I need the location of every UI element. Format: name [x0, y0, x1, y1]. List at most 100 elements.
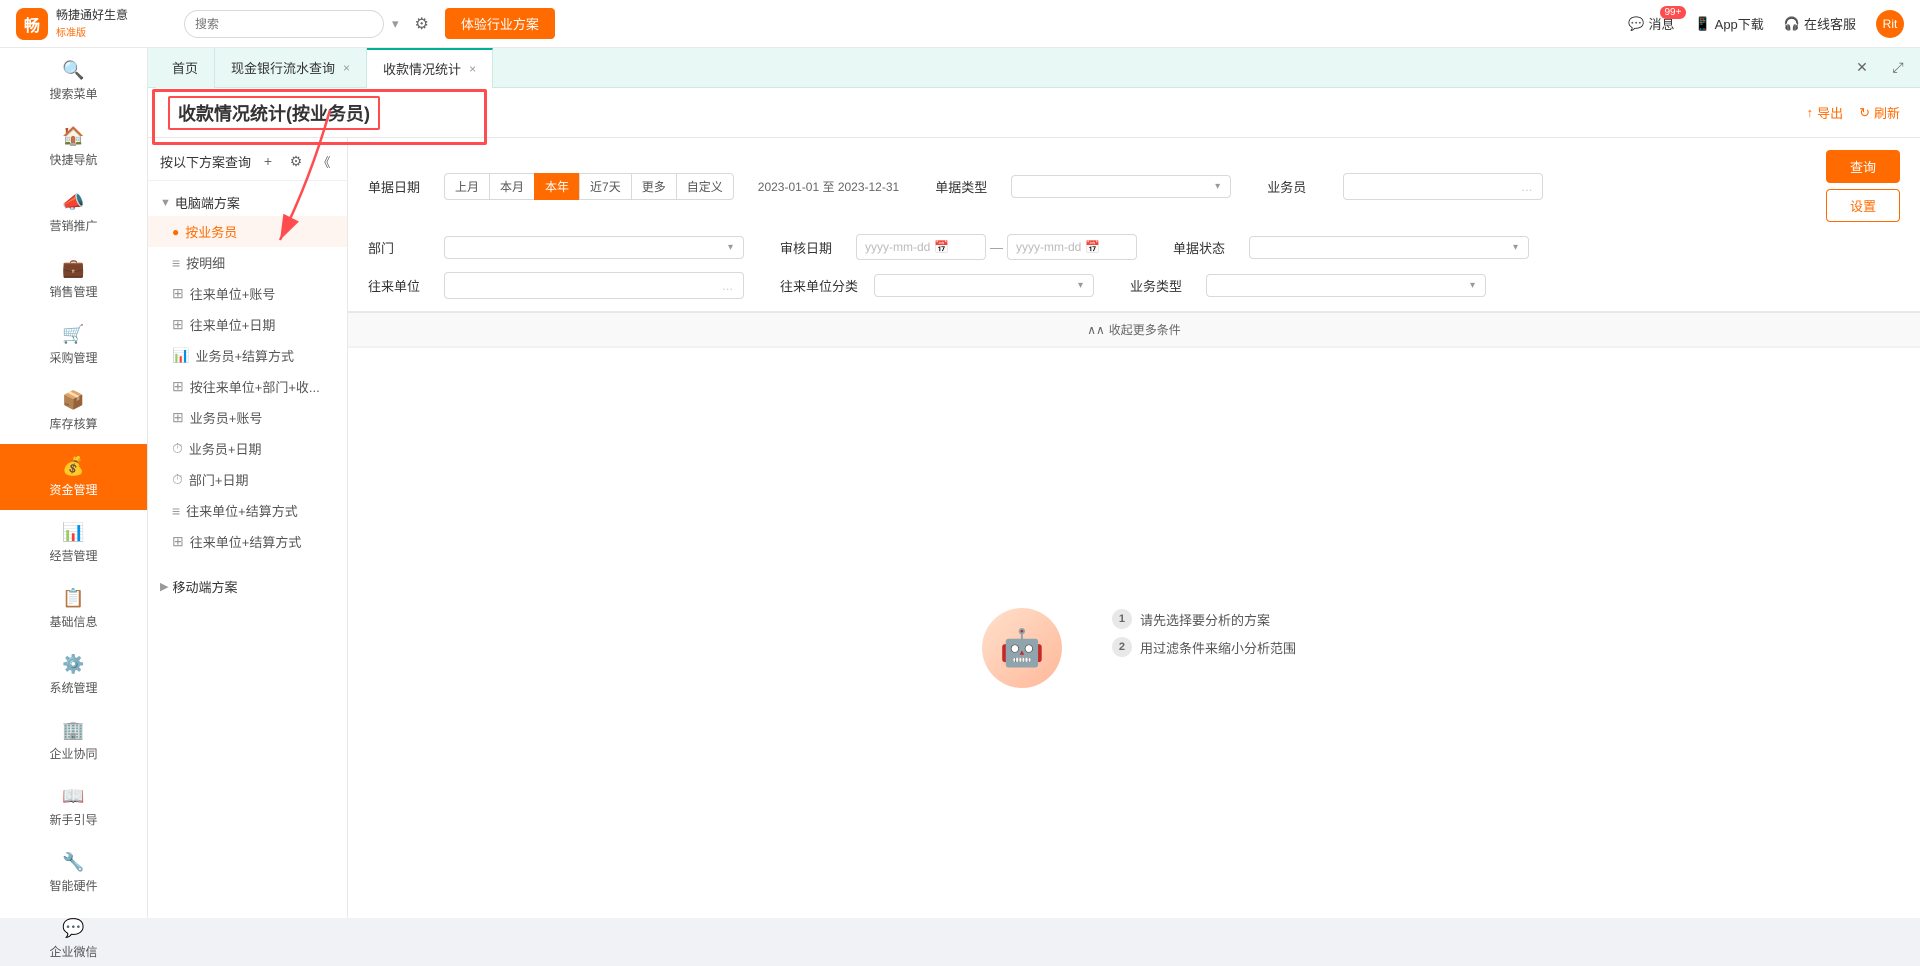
- messages-badge: 99+: [1660, 6, 1687, 19]
- sidebar-item-marketing[interactable]: 📣 营销推广: [0, 180, 147, 246]
- tab-receipts-stats[interactable]: 收款情况统计 ×: [367, 48, 493, 88]
- sidebar-label-basic: 基础信息: [49, 613, 97, 630]
- global-search-input[interactable]: [184, 10, 384, 38]
- sidebar-item-sales[interactable]: 💼 销售管理: [0, 246, 147, 312]
- sidebar-item-operation[interactable]: 📊 经营管理: [0, 510, 147, 576]
- sidebar-label-sales: 销售管理: [49, 283, 97, 300]
- filter-row-1: 单据日期 上月 本月 本年 近7天 更多 自定义 2023-01-01 至 20…: [368, 150, 1900, 222]
- refresh-button[interactable]: ↻ 刷新: [1859, 103, 1900, 122]
- calendar-to-icon[interactable]: 📅: [1085, 240, 1100, 254]
- search-menu-icon: 🔍: [62, 60, 84, 81]
- online-service-item[interactable]: 🎧 在线客服: [1784, 14, 1856, 33]
- voucher-status-select[interactable]: ▾: [1249, 236, 1529, 259]
- tab-expand-btn[interactable]: ⤢: [1884, 54, 1912, 82]
- step-1-num: 1: [1112, 609, 1132, 629]
- header-settings-icon[interactable]: ⚙: [415, 14, 429, 34]
- receipts-stats-tab-close[interactable]: ×: [469, 62, 476, 76]
- empty-step-2: 2 用过滤条件来缩小分析范围: [1112, 637, 1296, 657]
- page-title: 收款情况统计(按业务员): [168, 96, 380, 130]
- filter-row-2: 部门 ▾ 审核日期 yyyy-mm-dd 📅 — yyyy-mm-dd: [368, 234, 1900, 260]
- tab-bar-actions: ✕ ⤢: [1848, 54, 1912, 82]
- scheme-item-partner-account[interactable]: ⊞ 往来单位+账号: [148, 278, 347, 309]
- date-tab-this-year[interactable]: 本年: [534, 173, 579, 200]
- sidebar-item-system[interactable]: ⚙️ 系统管理: [0, 642, 147, 708]
- sidebar-label-finance: 资金管理: [49, 481, 97, 498]
- voucher-status-arrow: ▾: [1513, 242, 1518, 253]
- voucher-type-select[interactable]: ▾: [1011, 175, 1231, 198]
- trial-button[interactable]: 体验行业方案: [445, 8, 555, 39]
- collapse-label: 收起更多条件: [1109, 321, 1181, 338]
- sidebar-item-hardware[interactable]: 🔧 智能硬件: [0, 840, 147, 906]
- filter-form: 单据日期 上月 本月 本年 近7天 更多 自定义 2023-01-01 至 20…: [348, 138, 1920, 312]
- dept-select[interactable]: ▾: [444, 236, 744, 259]
- scheme-item-partner-dept[interactable]: ⊞ 按往来单位+部门+收...: [148, 371, 347, 402]
- mobile-group-header[interactable]: ▶ 移动端方案: [148, 573, 347, 600]
- date-tab-more[interactable]: 更多: [631, 173, 676, 200]
- tab-bank-flow[interactable]: 现金银行流水查询 ×: [215, 48, 367, 88]
- sidebar-item-purchase[interactable]: 🛒 采购管理: [0, 312, 147, 378]
- calendar-from-icon[interactable]: 📅: [934, 240, 949, 254]
- date-tab-this-month[interactable]: 本月: [489, 173, 534, 200]
- settings-button[interactable]: 设置: [1826, 189, 1900, 222]
- date-tab-group: 上月 本月 本年 近7天 更多 自定义: [444, 173, 734, 200]
- partner-select[interactable]: ...: [444, 272, 744, 299]
- messages-item[interactable]: 💬 消息 99+: [1628, 14, 1674, 33]
- export-label: 导出: [1817, 103, 1843, 122]
- pc-group-header[interactable]: ▼ 电脑端方案: [148, 189, 347, 216]
- query-button[interactable]: 查询: [1826, 150, 1900, 183]
- sidebar-item-inventory[interactable]: 📦 库存核算: [0, 378, 147, 444]
- search-dropdown-icon[interactable]: ▾: [392, 16, 399, 32]
- scheme-item-salesperson-date[interactable]: ⏱ 业务员+日期: [148, 433, 347, 464]
- scheme-add-btn[interactable]: +: [257, 150, 279, 172]
- export-button[interactable]: ↑ 导出: [1807, 103, 1844, 122]
- date-tab-custom[interactable]: 自定义: [676, 173, 734, 200]
- sidebar-item-enterprise[interactable]: 🏢 企业协同: [0, 708, 147, 774]
- salesperson-select[interactable]: ...: [1343, 173, 1543, 200]
- partner-date-icon: ⊞: [172, 316, 184, 333]
- scheme-item-partner-settlement2[interactable]: ⊞ 往来单位+结算方式: [148, 526, 347, 557]
- scheme-item-label-partner-account: 往来单位+账号: [190, 284, 276, 303]
- scheme-item-dept-date[interactable]: ⏱ 部门+日期: [148, 464, 347, 495]
- date-tab-last-month[interactable]: 上月: [444, 173, 489, 200]
- partner-settlement1-icon: ≡: [172, 503, 180, 519]
- tab-close-all-btn[interactable]: ✕: [1848, 54, 1876, 82]
- audit-date-to-text: yyyy-mm-dd: [1016, 240, 1081, 254]
- sidebar-label-marketing: 营销推广: [49, 217, 97, 234]
- filter-action-group: 查询 设置: [1826, 150, 1900, 222]
- scheme-item-partner-date[interactable]: ⊞ 往来单位+日期: [148, 309, 347, 340]
- purchase-icon: 🛒: [62, 324, 84, 345]
- scheme-item-by-detail[interactable]: ≡ 按明细: [148, 247, 347, 278]
- date-tab-last-7days[interactable]: 近7天: [579, 173, 631, 200]
- audit-date-from-input[interactable]: yyyy-mm-dd 📅: [856, 234, 986, 260]
- partner-dept-icon: ⊞: [172, 378, 184, 395]
- sidebar-item-guide[interactable]: 📖 新手引导: [0, 774, 147, 840]
- inventory-icon: 📦: [62, 390, 84, 411]
- collapse-bar[interactable]: ∧∧ 收起更多条件: [348, 312, 1920, 346]
- scheme-item-by-salesperson[interactable]: ● 按业务员: [148, 216, 347, 247]
- bank-flow-tab-close[interactable]: ×: [343, 61, 350, 75]
- partner-label: 往来单位: [368, 276, 428, 295]
- scheme-item-salesperson-account[interactable]: ⊞ 业务员+账号: [148, 402, 347, 433]
- logo-badge: 标准版: [56, 24, 128, 39]
- sidebar-item-basic[interactable]: 📋 基础信息: [0, 576, 147, 642]
- partner-dots[interactable]: ...: [722, 278, 733, 293]
- scheme-settings-btn[interactable]: ⚙: [285, 150, 307, 172]
- tab-home[interactable]: 首页: [156, 48, 215, 88]
- sidebar-item-search-menu[interactable]: 🔍 搜索菜单: [0, 48, 147, 114]
- top-header: 畅 畅捷通好生意 标准版 ▾ ⚙ 体验行业方案 💬 消息 99+ 📱 App下载…: [0, 0, 1920, 48]
- salesperson-dots[interactable]: ...: [1521, 179, 1532, 194]
- sidebar-item-finance[interactable]: 💰 资金管理: [0, 444, 147, 510]
- bank-flow-tab-label: 现金银行流水查询: [231, 58, 335, 77]
- business-type-select[interactable]: ▾: [1206, 274, 1486, 297]
- scheme-item-salesperson-settlement[interactable]: 📊 业务员+结算方式: [148, 340, 347, 371]
- scheme-item-label-dept-date: 部门+日期: [189, 470, 249, 489]
- partner-category-select[interactable]: ▾: [874, 274, 1094, 297]
- audit-date-to-input[interactable]: yyyy-mm-dd 📅: [1007, 234, 1137, 260]
- scheme-item-partner-settlement1[interactable]: ≡ 往来单位+结算方式: [148, 495, 347, 526]
- scheme-collapse-btn[interactable]: 《: [313, 150, 335, 172]
- sidebar-item-quick-nav[interactable]: 🏠 快捷导航: [0, 114, 147, 180]
- scheme-item-label-salesperson-account: 业务员+账号: [190, 408, 263, 427]
- export-icon: ↑: [1807, 105, 1814, 120]
- app-download-item[interactable]: 📱 App下载: [1694, 14, 1763, 33]
- user-avatar[interactable]: Rit: [1876, 10, 1904, 38]
